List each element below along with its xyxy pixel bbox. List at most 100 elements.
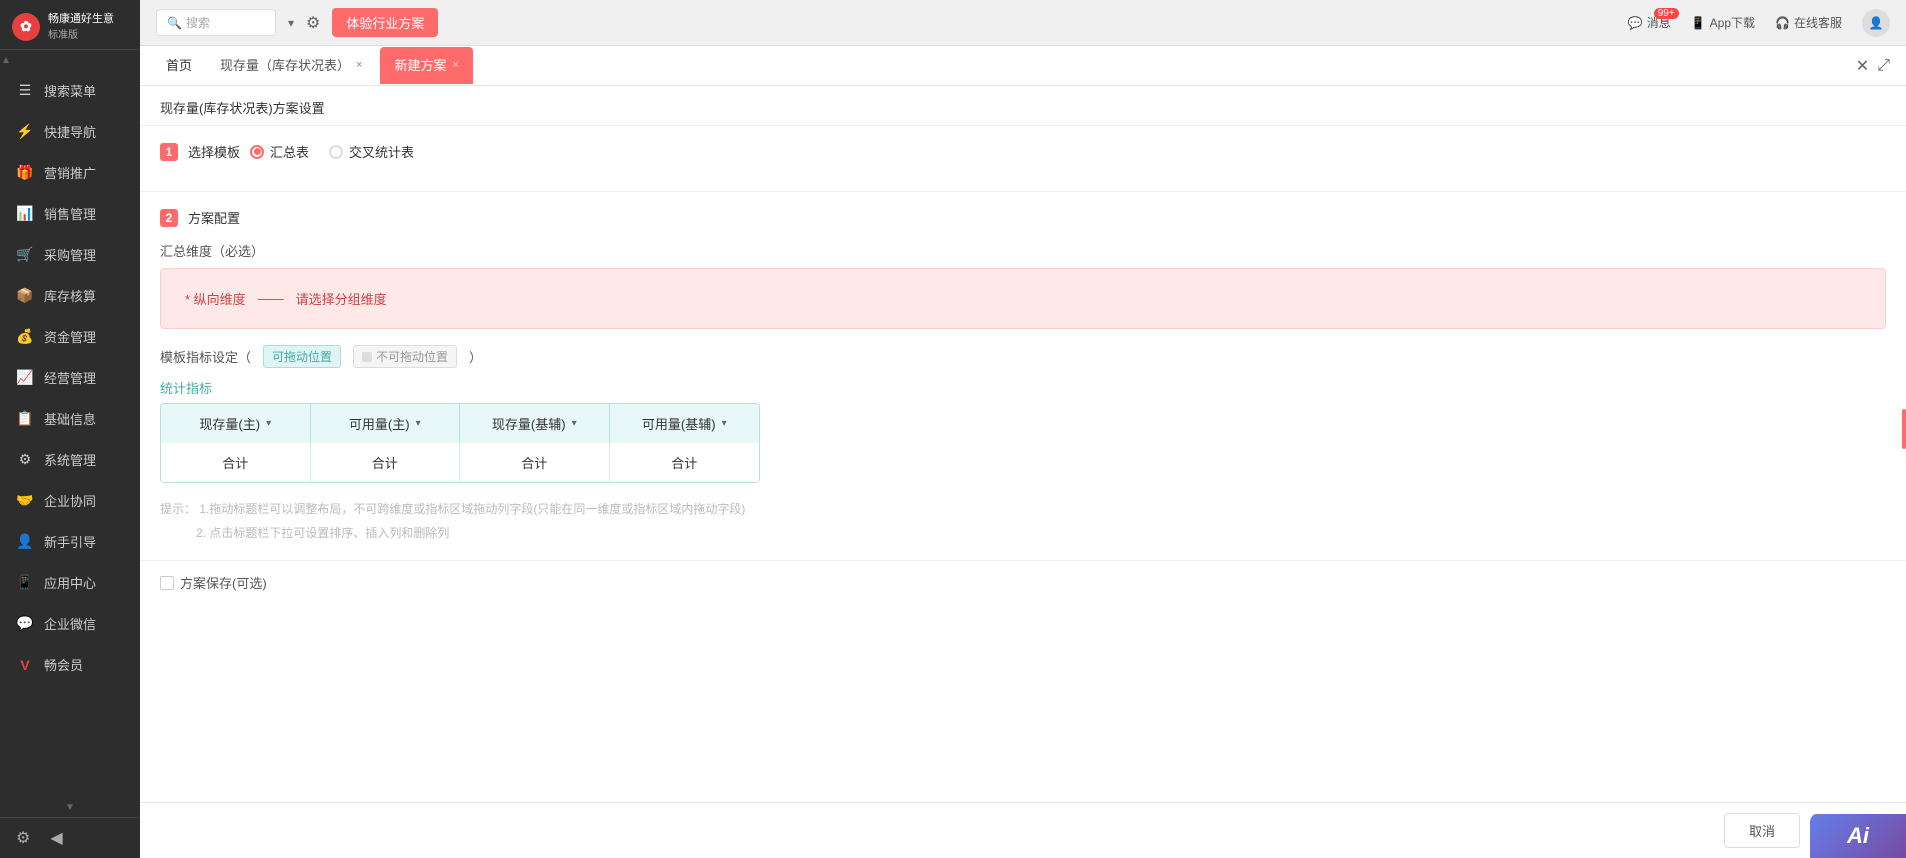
template-indicator-suffix: ） [469, 347, 482, 366]
sidebar-scroll-down[interactable]: ▼ [64, 801, 76, 813]
topbar-settings-btn[interactable]: ⚙ [306, 13, 320, 33]
topbar-right: 💬 消息 99+ 📱 App下载 🎧 在线客服 👤 [1628, 9, 1890, 37]
app-version: 标准版 [48, 26, 114, 41]
basic-info-icon: 📋 [16, 410, 34, 428]
app-download-label: App下载 [1710, 14, 1755, 31]
resize-handle[interactable] [1902, 409, 1906, 449]
tab-new-plan-close[interactable]: × [452, 59, 458, 71]
stat-header-2[interactable]: 现存量(基辅) ▾ [460, 404, 610, 443]
sidebar-item-operations[interactable]: 📈 经营管理 [0, 357, 140, 398]
sidebar-item-marketing-label: 营销推广 [44, 163, 96, 182]
dimension-box: * 纵向维度 —— 请选择分组维度 [160, 268, 1886, 329]
sidebar-item-purchase-label: 采购管理 [44, 245, 96, 264]
dimension-placeholder: 请选择分组维度 [296, 289, 387, 308]
sidebar-item-app-center[interactable]: 📱 应用中心 [0, 562, 140, 603]
draggable-badge: 可拖动位置 [263, 345, 341, 368]
tab-new-plan-label: 新建方案 [394, 55, 446, 74]
sidebar-item-finance[interactable]: 💰 资金管理 [0, 316, 140, 357]
stat-cell-0-2: 合计 [460, 443, 610, 482]
tabs-bar: 首页 现存量（库存状况表） × 新建方案 × ✕ ⤢ [140, 46, 1906, 86]
radio-summary[interactable]: 汇总表 [250, 142, 309, 161]
sidebar-item-system[interactable]: ⚙ 系统管理 [0, 439, 140, 480]
system-icon: ⚙ [16, 451, 34, 469]
stats-table-row-0: 合计 合计 合计 合计 [161, 443, 759, 482]
sidebar-item-quicknav-label: 快捷导航 [44, 122, 96, 141]
step1-num: 1 [160, 143, 178, 161]
section-2: 2 方案配置 汇总维度（必选） * 纵向维度 —— 请选择分组维度 模板指标设定… [140, 192, 1906, 560]
collapse-icon[interactable]: ◀ [50, 828, 62, 848]
template-indicator-prefix: 模板指标设定（ [160, 347, 251, 366]
sidebar-item-member[interactable]: V 畅会员 [0, 644, 140, 685]
avatar-icon: 👤 [1869, 16, 1884, 30]
settings-bottom-icon[interactable]: ⚙ [16, 828, 30, 848]
online-service-btn[interactable]: 🎧 在线客服 [1775, 14, 1842, 31]
sidebar: ✿ 畅康通好生意 标准版 ▲ ☰ 搜索菜单 ⚡ 快捷导航 🎁 营销推广 📊 销售… [0, 0, 140, 858]
topbar: 🔍 搜索 ▾ ⚙ 体验行业方案 💬 消息 99+ 📱 App下载 🎧 在线客服 … [140, 0, 1906, 46]
hints-title: 提示： [160, 502, 196, 516]
save-checkbox-wrapper[interactable]: 方案保存(可选) [160, 573, 267, 592]
stat-header-0[interactable]: 现存量(主) ▾ [161, 404, 311, 443]
user-avatar[interactable]: 👤 [1862, 9, 1890, 37]
stat-header-1-chevron: ▾ [416, 418, 421, 429]
cancel-button[interactable]: 取消 [1724, 813, 1800, 848]
action-bar: 取消 查询 [140, 802, 1906, 858]
quicknav-icon: ⚡ [16, 123, 34, 141]
sidebar-logo: ✿ 畅康通好生意 标准版 [0, 0, 140, 50]
sidebar-item-newbie[interactable]: 👤 新手引导 [0, 521, 140, 562]
sidebar-item-search[interactable]: ☰ 搜索菜单 [0, 70, 140, 111]
finance-icon: 💰 [16, 328, 34, 346]
main-area: 🔍 搜索 ▾ ⚙ 体验行业方案 💬 消息 99+ 📱 App下载 🎧 在线客服 … [140, 0, 1906, 858]
ai-label: Ai [1847, 823, 1869, 849]
sidebar-item-basic-info[interactable]: 📋 基础信息 [0, 398, 140, 439]
save-checkbox[interactable] [160, 576, 174, 590]
window-expand-btn[interactable]: ⤢ [1877, 57, 1890, 75]
sidebar-item-app-center-label: 应用中心 [44, 573, 96, 592]
sidebar-item-quicknav[interactable]: ⚡ 快捷导航 [0, 111, 140, 152]
enterprise-icon: 🤝 [16, 492, 34, 510]
app-download-btn[interactable]: 📱 App下载 [1691, 14, 1755, 31]
topbar-dropdown-btn[interactable]: ▾ [288, 16, 294, 30]
tab-inventory-close[interactable]: × [356, 59, 362, 71]
radio-cross-circle [329, 145, 343, 159]
tab-inventory-label: 现存量（库存状况表） [220, 55, 350, 74]
indicator-section: 统计指标 现存量(主) ▾ 可用量(主) ▾ 现存量(基辅) [160, 378, 1886, 483]
step2-num: 2 [160, 209, 178, 227]
topbar-search-icon: 🔍 [167, 16, 182, 30]
headset-icon: 🎧 [1775, 16, 1790, 30]
sidebar-item-search-label: 搜索菜单 [44, 81, 96, 100]
ai-badge[interactable]: Ai [1810, 814, 1906, 858]
sidebar-item-operations-label: 经营管理 [44, 368, 96, 387]
sidebar-bottom: ⚙ ◀ [0, 817, 140, 858]
radio-summary-circle [250, 145, 264, 159]
stat-cell-0-1: 合计 [311, 443, 461, 482]
sidebar-item-sales[interactable]: 📊 销售管理 [0, 193, 140, 234]
stat-header-2-label: 现存量(基辅) [492, 414, 566, 433]
purchase-icon: 🛒 [16, 246, 34, 264]
window-close-btn[interactable]: ✕ [1856, 56, 1869, 76]
tabs-right-actions: ✕ ⤢ [1856, 56, 1890, 76]
sidebar-item-marketing[interactable]: 🎁 营销推广 [0, 152, 140, 193]
tab-new-plan[interactable]: 新建方案 × [380, 47, 472, 84]
page-header: 现存量(库存状况表)方案设置 [140, 86, 1906, 126]
template-indicator-label-row: 模板指标设定（ 可拖动位置 不可拖动位置 ） [160, 345, 1886, 368]
topbar-search[interactable]: 🔍 搜索 [156, 9, 276, 36]
sidebar-item-basic-info-label: 基础信息 [44, 409, 96, 428]
stat-cell-0-3: 合计 [610, 443, 760, 482]
topbar-trial-btn[interactable]: 体验行业方案 [332, 8, 438, 37]
stat-header-2-chevron: ▾ [572, 418, 577, 429]
messages-btn[interactable]: 💬 消息 99+ [1628, 14, 1671, 31]
stat-cell-0-0: 合计 [161, 443, 311, 482]
stat-header-3-chevron: ▾ [722, 418, 727, 429]
section-1-header: 1 选择模板 汇总表 交叉统计表 [160, 142, 1886, 161]
stat-header-3[interactable]: 可用量(基辅) ▾ [610, 404, 760, 443]
sidebar-item-purchase[interactable]: 🛒 采购管理 [0, 234, 140, 275]
sidebar-item-inventory[interactable]: 📦 库存核算 [0, 275, 140, 316]
sidebar-item-wechat[interactable]: 💬 企业微信 [0, 603, 140, 644]
operations-icon: 📈 [16, 369, 34, 387]
sidebar-scroll-up[interactable]: ▲ [0, 54, 12, 66]
radio-cross[interactable]: 交叉统计表 [329, 142, 414, 161]
sidebar-item-enterprise[interactable]: 🤝 企业协同 [0, 480, 140, 521]
tab-home[interactable]: 首页 [156, 47, 202, 84]
stat-header-1[interactable]: 可用量(主) ▾ [311, 404, 461, 443]
tab-inventory[interactable]: 现存量（库存状况表） × [206, 47, 376, 84]
